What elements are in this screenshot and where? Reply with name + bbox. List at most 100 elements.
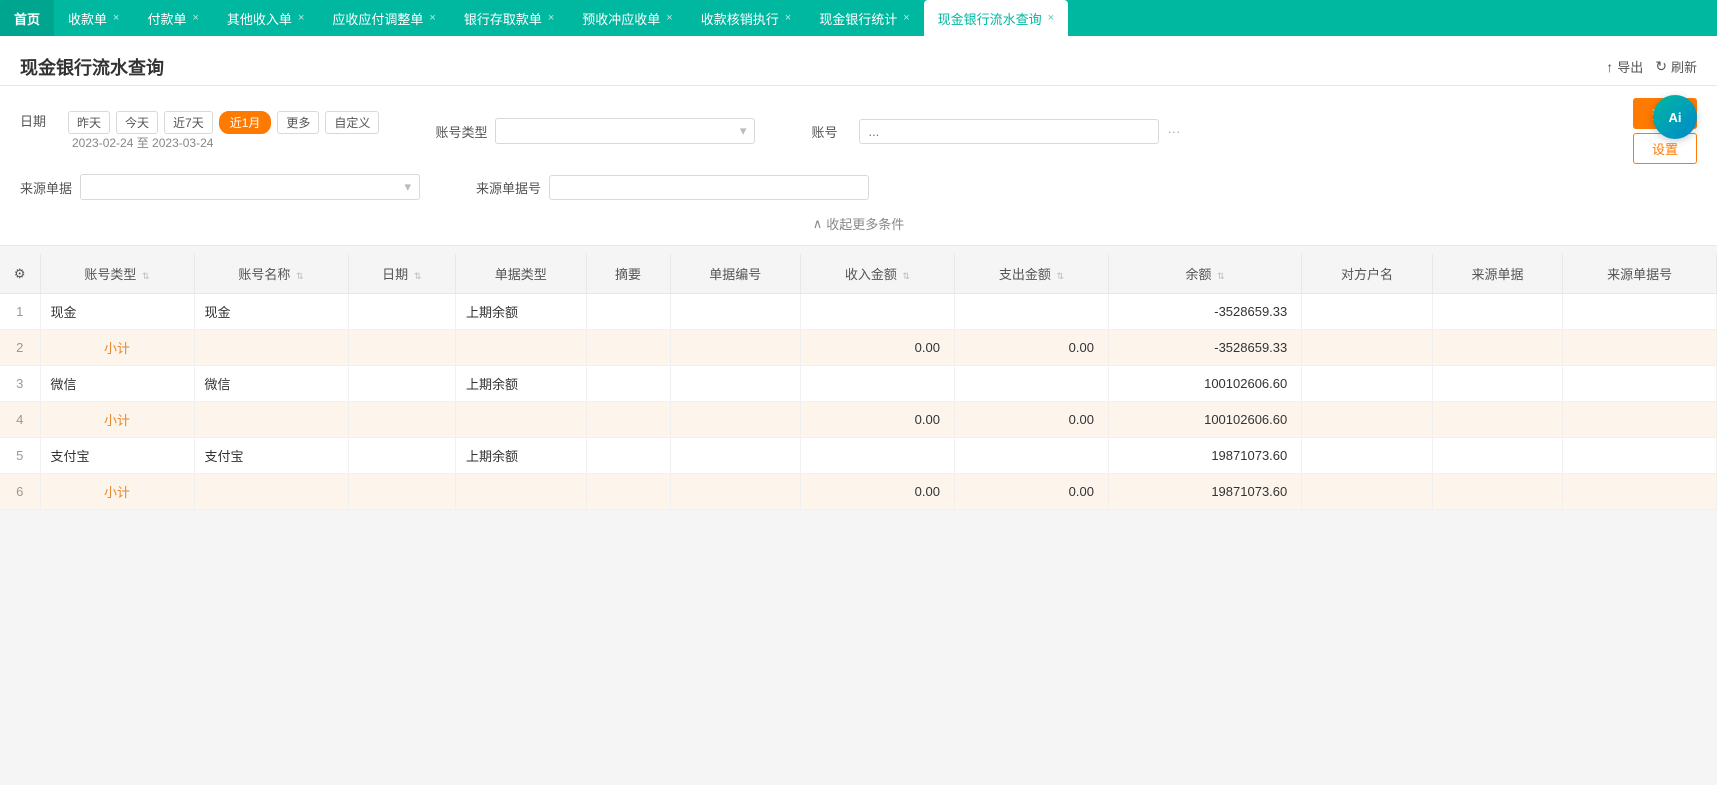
close-bank-flow-icon[interactable]: × <box>1048 12 1054 24</box>
nav-item-write-off[interactable]: 收款核销执行 × <box>687 0 805 36</box>
collapse-label: 收起更多条件 <box>826 214 904 233</box>
date-options-group: 昨天 今天 近7天 近1月 更多 自定义 2023-02-24 至 2023-0… <box>68 111 379 151</box>
data-table: ⚙ 账号类型 ⇅ 账号名称 ⇅ 日期 ⇅ 单据类型 摘要 <box>0 254 1717 510</box>
sort-expense-icon: ⇅ <box>1057 271 1065 281</box>
header-actions: ↑ 导出 ↻ 刷新 <box>1606 57 1697 76</box>
table-row[interactable]: 5支付宝支付宝上期余额19871073.60 <box>0 438 1717 474</box>
source-doc-label: 来源单据 <box>20 178 72 197</box>
nav-item-payment[interactable]: 付款单 × <box>133 0 212 36</box>
col-gear[interactable]: ⚙ <box>0 254 40 294</box>
close-ar-ap-icon[interactable]: × <box>429 12 435 24</box>
col-expense[interactable]: 支出金额 ⇅ <box>954 254 1108 294</box>
source-doc-no-input[interactable] <box>549 175 869 200</box>
ai-label: Ai <box>1669 110 1682 125</box>
sort-balance-icon: ⇅ <box>1217 271 1225 281</box>
refresh-icon: ↻ <box>1655 58 1667 75</box>
nav-item-receipt[interactable]: 收款单 × <box>54 0 133 36</box>
col-account-type[interactable]: 账号类型 ⇅ <box>40 254 194 294</box>
sort-account-name-icon: ⇅ <box>296 271 304 281</box>
nav-item-bank-deposit[interactable]: 银行存取款单 × <box>450 0 568 36</box>
date-label: 日期 <box>20 111 60 130</box>
col-source-doc: 来源单据 <box>1432 254 1562 294</box>
date-range-display: 2023-02-24 至 2023-03-24 <box>72 134 379 151</box>
close-receipt-icon[interactable]: × <box>113 12 119 24</box>
table-container: ⚙ 账号类型 ⇅ 账号名称 ⇅ 日期 ⇅ 单据类型 摘要 <box>0 254 1717 510</box>
sort-date-icon: ⇅ <box>414 271 422 281</box>
nav-item-ar-ap[interactable]: 应收应付调整单 × <box>318 0 449 36</box>
settings-button[interactable]: 设置 <box>1633 133 1697 164</box>
table-row[interactable]: 2小计0.000.00-3528659.33 <box>0 330 1717 366</box>
top-nav: 首页 收款单 × 付款单 × 其他收入单 × 应收应付调整单 × 银行存取款单 … <box>0 0 1717 36</box>
nav-item-home[interactable]: 首页 <box>0 0 54 36</box>
sort-account-type-icon: ⇅ <box>142 271 150 281</box>
refresh-label: 刷新 <box>1671 57 1697 76</box>
filter-row-1: 日期 昨天 今天 近7天 近1月 更多 自定义 2023-02-24 至 202… <box>20 98 1697 164</box>
more-icon: ··· <box>1167 124 1180 139</box>
source-doc-filter-group: 来源单据 ▾ <box>20 174 420 200</box>
account-type-label: 账号类型 <box>435 122 487 141</box>
ai-assistant-button[interactable]: Ai <box>1653 95 1697 139</box>
col-balance[interactable]: 余额 ⇅ <box>1108 254 1301 294</box>
col-doc-no: 单据编号 <box>670 254 800 294</box>
nav-label-advance: 预收冲应收单 <box>582 9 660 28</box>
date-btn-custom[interactable]: 自定义 <box>325 111 379 134</box>
nav-label-other-income: 其他收入单 <box>227 9 292 28</box>
source-doc-no-label: 来源单据号 <box>476 178 541 197</box>
table-row[interactable]: 4小计0.000.00100102606.60 <box>0 402 1717 438</box>
col-doc-type: 单据类型 <box>456 254 586 294</box>
table-row[interactable]: 6小计0.000.0019871073.60 <box>0 474 1717 510</box>
nav-item-bank-flow[interactable]: 现金银行流水查询 × <box>924 0 1068 36</box>
table-header-row: ⚙ 账号类型 ⇅ 账号名称 ⇅ 日期 ⇅ 单据类型 摘要 <box>0 254 1717 294</box>
nav-label-bank-stats: 现金银行统计 <box>819 9 897 28</box>
export-label: 导出 <box>1617 57 1643 76</box>
close-advance-icon[interactable]: × <box>666 12 672 24</box>
date-btn-yesterday[interactable]: 昨天 <box>68 111 110 134</box>
collapse-bar[interactable]: ∧ 收起更多条件 <box>20 210 1697 233</box>
account-type-filter-group: 账号类型 ▾ <box>435 118 755 144</box>
table-header: ⚙ 账号类型 ⇅ 账号名称 ⇅ 日期 ⇅ 单据类型 摘要 <box>0 254 1717 294</box>
page-title: 现金银行流水查询 <box>20 54 164 80</box>
export-button[interactable]: ↑ 导出 <box>1606 57 1643 76</box>
collapse-up-icon: ∧ <box>813 216 823 232</box>
table-body: 1现金现金上期余额-3528659.332小计0.000.00-3528659.… <box>0 294 1717 510</box>
close-write-off-icon[interactable]: × <box>785 12 791 24</box>
account-type-select[interactable]: ▾ <box>495 118 755 144</box>
source-doc-select[interactable]: ▾ <box>80 174 420 200</box>
date-buttons: 昨天 今天 近7天 近1月 更多 自定义 <box>68 111 379 134</box>
nav-label-receipt: 收款单 <box>68 9 107 28</box>
account-input[interactable] <box>859 119 1159 144</box>
refresh-button[interactable]: ↻ 刷新 <box>1655 57 1697 76</box>
nav-label-bank-deposit: 银行存取款单 <box>464 9 542 28</box>
nav-label-payment: 付款单 <box>147 9 186 28</box>
table-row[interactable]: 1现金现金上期余额-3528659.33 <box>0 294 1717 330</box>
page-header: 现金银行流水查询 ↑ 导出 ↻ 刷新 <box>0 36 1717 86</box>
filter-row-2: 来源单据 ▾ 来源单据号 <box>20 174 1697 200</box>
date-btn-today[interactable]: 今天 <box>116 111 158 134</box>
source-doc-no-filter-group: 来源单据号 <box>476 175 869 200</box>
close-bank-stats-icon[interactable]: × <box>903 12 909 24</box>
date-filter-group: 日期 昨天 今天 近7天 近1月 更多 自定义 2023-02-24 至 202… <box>20 111 379 151</box>
nav-label-write-off: 收款核销执行 <box>701 9 779 28</box>
col-account-name[interactable]: 账号名称 ⇅ <box>194 254 348 294</box>
col-date[interactable]: 日期 ⇅ <box>348 254 456 294</box>
source-doc-arrow-icon: ▾ <box>404 179 411 195</box>
date-btn-1month[interactable]: 近1月 <box>219 111 272 134</box>
account-filter-group: 账号 ··· <box>811 119 1180 144</box>
col-summary: 摘要 <box>586 254 670 294</box>
nav-item-bank-stats[interactable]: 现金银行统计 × <box>805 0 923 36</box>
close-bank-deposit-icon[interactable]: × <box>548 12 554 24</box>
sort-income-icon: ⇅ <box>903 271 911 281</box>
col-income[interactable]: 收入金额 ⇅ <box>800 254 954 294</box>
close-payment-icon[interactable]: × <box>192 12 198 24</box>
export-icon: ↑ <box>1606 59 1613 75</box>
nav-item-advance[interactable]: 预收冲应收单 × <box>568 0 686 36</box>
col-source-doc-no: 来源单据号 <box>1563 254 1717 294</box>
table-row[interactable]: 3微信微信上期余额100102606.60 <box>0 366 1717 402</box>
close-other-income-icon[interactable]: × <box>298 12 304 24</box>
dropdown-arrow-icon: ▾ <box>740 123 747 139</box>
account-label: 账号 <box>811 122 851 141</box>
nav-item-other-income[interactable]: 其他收入单 × <box>213 0 318 36</box>
col-counterpart: 对方户名 <box>1302 254 1432 294</box>
date-btn-7days[interactable]: 近7天 <box>164 111 213 134</box>
date-btn-more[interactable]: 更多 <box>277 111 319 134</box>
